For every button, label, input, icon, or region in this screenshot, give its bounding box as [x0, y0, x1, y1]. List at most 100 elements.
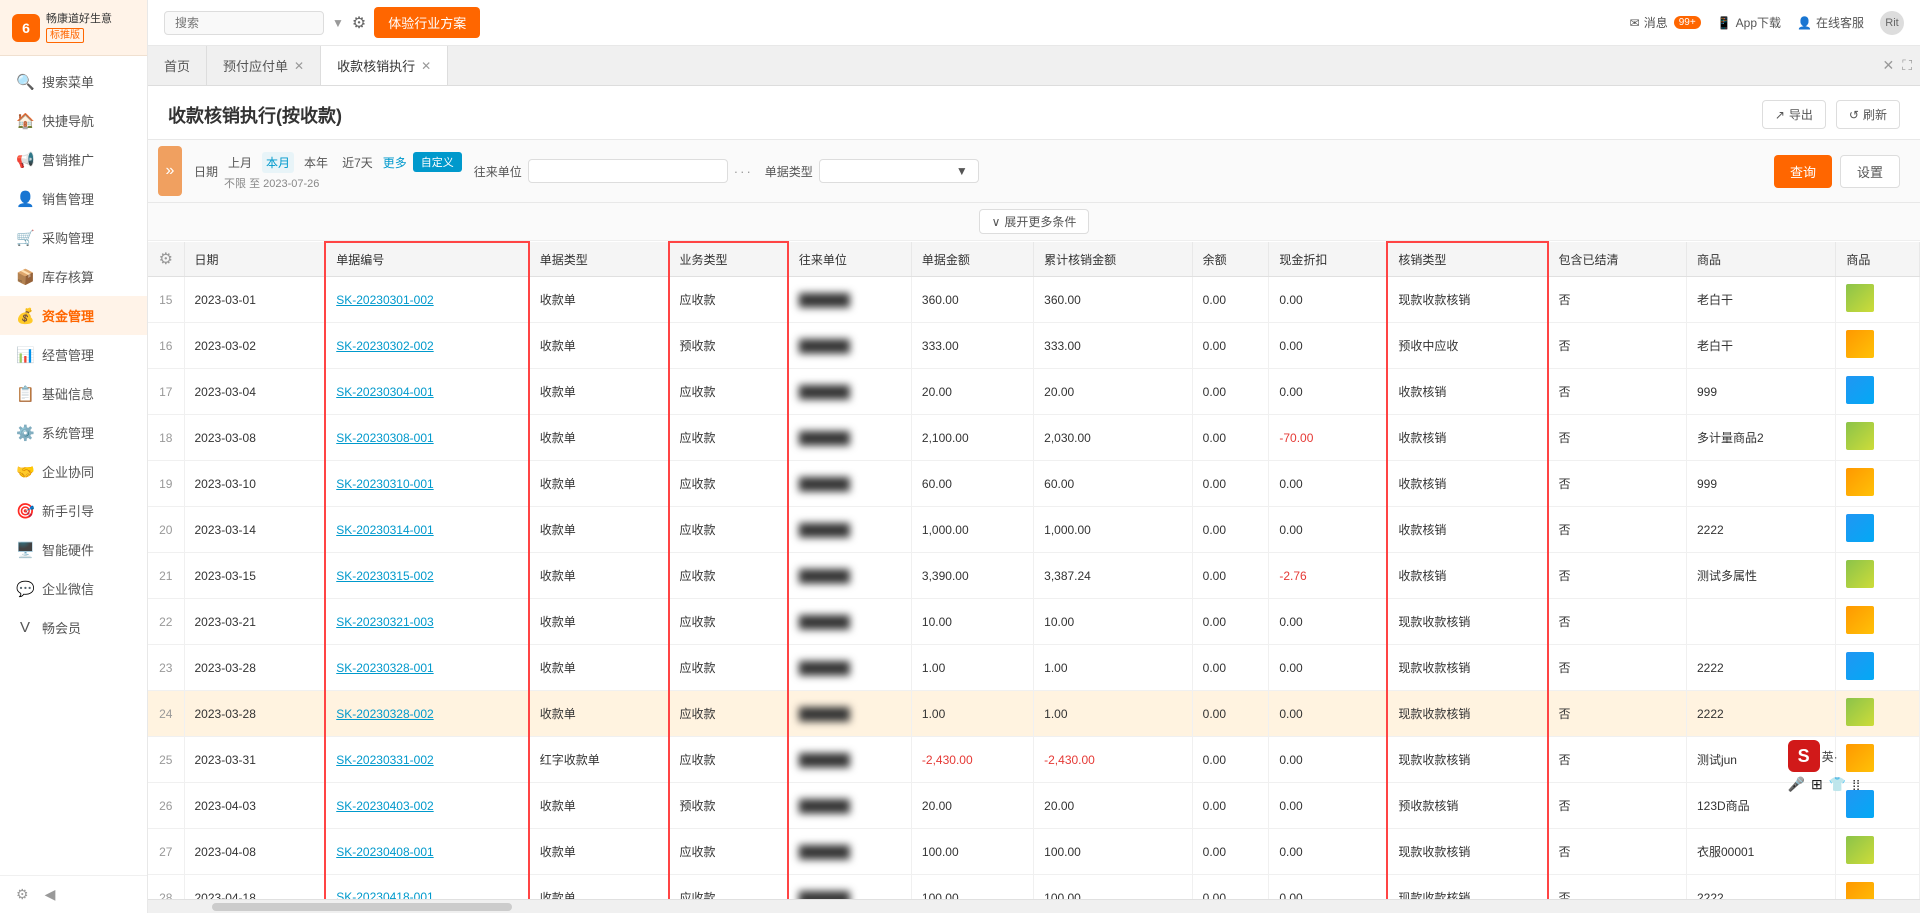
refresh-button[interactable]: ↺ 刷新 — [1836, 100, 1900, 129]
sidebar-item-search[interactable]: 🔍搜索菜单 — [0, 62, 147, 101]
refresh-icon: ↺ — [1849, 108, 1859, 122]
voucher-no-link[interactable]: SK-20230301-002 — [336, 293, 433, 307]
sidebar-item-purchase[interactable]: 🛒采购管理 — [0, 218, 147, 257]
voucher-type-select[interactable]: ▼ — [819, 159, 979, 183]
close-tab-icon[interactable]: ✕ — [1882, 57, 1894, 74]
voucher-no-link[interactable]: SK-20230403-002 — [336, 799, 433, 813]
voucher-no-link[interactable]: SK-20230321-003 — [336, 615, 433, 629]
industry-solution-button[interactable]: 体验行业方案 — [374, 7, 480, 38]
sidebar-item-sales[interactable]: 👤销售管理 — [0, 179, 147, 218]
row-biz-type: 预收款 — [669, 323, 788, 369]
row-num: 18 — [148, 415, 184, 461]
filter-settings-button[interactable]: 设置 — [1840, 155, 1900, 188]
tab-close-prepay[interactable]: ✕ — [294, 59, 304, 73]
sidebar-item-marketing[interactable]: 📢营销推广 — [0, 140, 147, 179]
sidebar-item-quicknav[interactable]: 🏠快捷导航 — [0, 101, 147, 140]
expand-more-button[interactable]: ∨ 展开更多条件 — [979, 209, 1090, 234]
page-content: 收款核销执行(按收款) ↗ 导出 ↺ 刷新 » 日期 上月 — [148, 86, 1920, 913]
row-cash-discount: 0.00 — [1269, 691, 1387, 737]
query-button[interactable]: 查询 — [1774, 155, 1832, 188]
date-this-month-btn[interactable]: 本月 — [262, 152, 294, 173]
sidebar-item-wechat[interactable]: 💬企业微信 — [0, 569, 147, 608]
row-goods: 多计量商品2 — [1686, 415, 1835, 461]
partner-dots[interactable]: ··· — [734, 164, 753, 179]
tab-prepay[interactable]: 预付应付单✕ — [207, 46, 321, 85]
row-voucher-type: 收款单 — [529, 507, 669, 553]
row-voucher-no: SK-20230302-002 — [325, 323, 529, 369]
search-input[interactable] — [164, 11, 324, 35]
row-goods: 衣服00001 — [1686, 829, 1835, 875]
sidebar-bottom: ⚙ ◀ — [0, 875, 147, 913]
table-scrollbar[interactable] — [148, 899, 1920, 913]
page-actions: ↗ 导出 ↺ 刷新 — [1762, 100, 1900, 129]
gear-icon[interactable]: ⚙ — [352, 13, 366, 33]
online-support-button[interactable]: 👤 在线客服 — [1797, 14, 1864, 31]
voucher-no-link[interactable]: SK-20230308-001 — [336, 431, 433, 445]
voucher-no-link[interactable]: SK-20230315-002 — [336, 569, 433, 583]
table-row: 28 2023-04-18 SK-20230418-001 收款单 应收款 ██… — [148, 875, 1920, 900]
data-table: ⚙ 日期 单据编号 单据类型 业务类型 往来单位 单据金额 累计核销金额 余额 … — [148, 241, 1920, 899]
nav-label-wechat: 企业微信 — [42, 579, 94, 598]
row-goods-thumb — [1836, 553, 1920, 599]
export-button[interactable]: ↗ 导出 — [1762, 100, 1826, 129]
date-more-btn[interactable]: 更多 — [383, 154, 407, 171]
voucher-no-link[interactable]: SK-20230328-002 — [336, 707, 433, 721]
sidebar-item-operations[interactable]: 📊经营管理 — [0, 335, 147, 374]
tab-home[interactable]: 首页 — [148, 46, 207, 85]
row-voucher-no: SK-20230328-001 — [325, 645, 529, 691]
row-cash-discount: 0.00 — [1269, 461, 1387, 507]
voucher-no-link[interactable]: SK-20230310-001 — [336, 477, 433, 491]
voucher-no-link[interactable]: SK-20230328-001 — [336, 661, 433, 675]
nav-label-sales: 销售管理 — [42, 189, 94, 208]
voucher-no-link[interactable]: SK-20230314-001 — [336, 523, 433, 537]
row-write-off-type: 收款核销 — [1387, 461, 1547, 507]
tab-collection[interactable]: 收款核销执行✕ — [321, 46, 448, 85]
voucher-no-link[interactable]: SK-20230304-001 — [336, 385, 433, 399]
collapse-btn[interactable]: ◀ — [45, 886, 56, 903]
row-partner: ██████ — [788, 507, 912, 553]
settings-bottom-btn[interactable]: ⚙ — [16, 886, 29, 903]
date-custom-button[interactable]: 自定义 — [413, 152, 462, 172]
date-label: 日期 — [194, 163, 218, 180]
sidebar-item-guide[interactable]: 🎯新手引导 — [0, 491, 147, 530]
row-include-settled: 否 — [1548, 691, 1687, 737]
row-biz-type: 应收款 — [669, 875, 788, 900]
row-voucher-no: SK-20230331-002 — [325, 737, 529, 783]
goods-thumbnail — [1846, 744, 1874, 772]
app-download-button[interactable]: 📱 App下载 — [1717, 14, 1781, 31]
voucher-no-link[interactable]: SK-20230302-002 — [336, 339, 433, 353]
row-goods: 2222 — [1686, 691, 1835, 737]
row-cash-discount: 0.00 — [1269, 599, 1387, 645]
sidebar-item-system[interactable]: ⚙️系统管理 — [0, 413, 147, 452]
col-settings-header[interactable]: ⚙ — [148, 242, 184, 277]
row-goods-thumb — [1836, 829, 1920, 875]
tab-close-collection[interactable]: ✕ — [421, 59, 431, 73]
filter-toggle-button[interactable]: » — [158, 146, 182, 196]
voucher-no-link[interactable]: SK-20230331-002 — [336, 753, 433, 767]
messages-button[interactable]: ✉ 消息 99+ — [1630, 14, 1701, 31]
table-row: 23 2023-03-28 SK-20230328-001 收款单 应收款 ██… — [148, 645, 1920, 691]
user-avatar[interactable]: Rit — [1880, 11, 1904, 35]
date-this-year-btn[interactable]: 本年 — [300, 152, 332, 173]
row-goods-thumb — [1836, 599, 1920, 645]
row-cumulative: 1.00 — [1034, 691, 1193, 737]
sidebar-nav: 🔍搜索菜单🏠快捷导航📢营销推广👤销售管理🛒采购管理📦库存核算💰资金管理📊经营管理… — [0, 56, 147, 875]
row-partner: ██████ — [788, 829, 912, 875]
partner-input[interactable] — [528, 159, 728, 183]
sidebar-item-inventory[interactable]: 📦库存核算 — [0, 257, 147, 296]
voucher-no-link[interactable]: SK-20230408-001 — [336, 845, 433, 859]
scrollbar-track[interactable] — [212, 903, 512, 911]
topbar-left: ▼ ⚙ 体验行业方案 — [164, 7, 1618, 38]
date-last-month-btn[interactable]: 上月 — [224, 152, 256, 173]
sidebar-item-corp[interactable]: 🤝企业协同 — [0, 452, 147, 491]
sidebar-item-hardware[interactable]: 🖥️智能硬件 — [0, 530, 147, 569]
voucher-no-link[interactable]: SK-20230418-001 — [336, 890, 433, 899]
sidebar-item-finance[interactable]: 💰资金管理 — [0, 296, 147, 335]
sidebar-item-basic[interactable]: 📋基础信息 — [0, 374, 147, 413]
date-7days-btn[interactable]: 近7天 — [338, 152, 377, 173]
sidebar-item-member[interactable]: V畅会员 — [0, 608, 147, 647]
expand-tab-icon[interactable]: ⛶ — [1902, 57, 1912, 74]
page-title-bar: 收款核销执行(按收款) ↗ 导出 ↺ 刷新 — [148, 86, 1920, 139]
nav-icon-inventory: 📦 — [16, 268, 34, 286]
row-goods-thumb — [1836, 461, 1920, 507]
